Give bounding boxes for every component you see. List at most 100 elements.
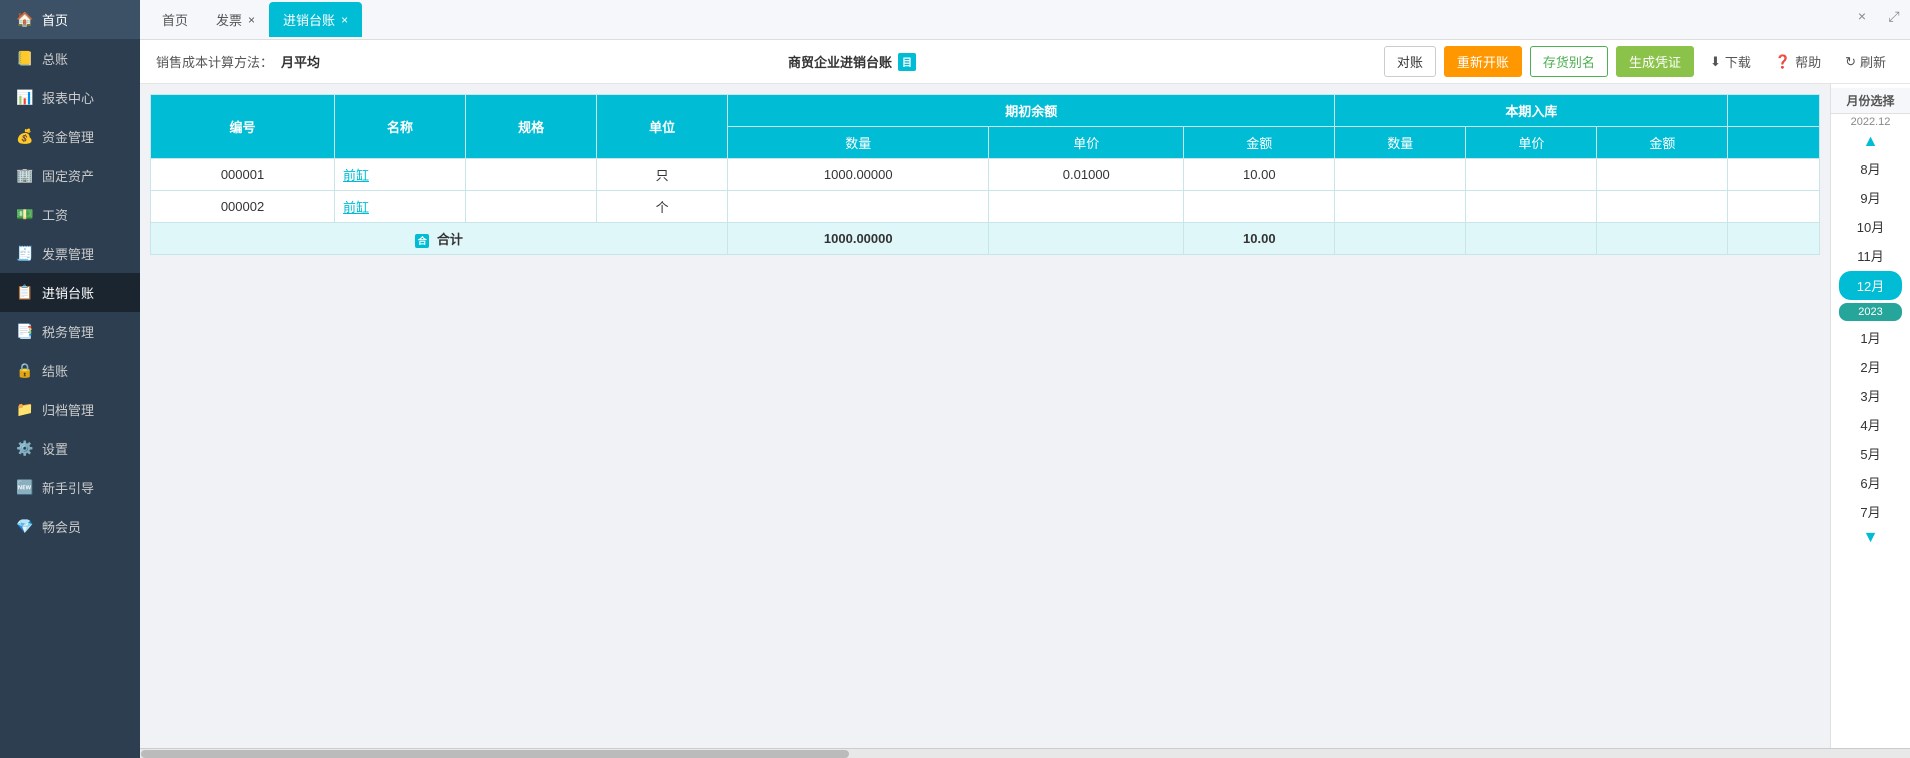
col-sub-opening-amount: 金额 [1184,127,1335,159]
close-window-button[interactable]: × [1846,0,1878,32]
total-opening-qty: 1000.00000 [728,223,989,255]
title-info-icon[interactable]: 目 [898,53,916,71]
tab-home[interactable]: 首页 [148,2,202,37]
table-row[interactable]: 000001 前缸 只 1000.00000 0.01000 10.00 [151,159,1820,191]
cell-opening-qty-1 [728,191,989,223]
sidebar-item-guide[interactable]: 🆕 新手引导 [0,468,140,507]
cell-in-qty-0 [1335,159,1466,191]
cell-spec-0 [466,159,597,191]
cost-method-label: 销售成本计算方法： [156,52,273,71]
sidebar-item-tax[interactable]: 📑 税务管理 [0,312,140,351]
month-item-9[interactable]: 9月 [1831,183,1910,212]
close-accounts-icon: 🔒 [16,362,34,379]
cell-opening-amount-0: 10.00 [1184,159,1335,191]
col-header-spec: 规格 [466,95,597,159]
main-area: × ⤢ 首页 发票 × 进销台账 × 销售成本计算方法： 月平均 商贸企业进销台… [140,0,1910,758]
cell-unit-0: 只 [597,159,728,191]
tab-invoice[interactable]: 发票 × [202,2,269,37]
month-nav-down[interactable]: ▼ [1831,526,1910,550]
reconcile-button[interactable]: 对账 [1384,46,1436,77]
cell-in-qty-1 [1335,191,1466,223]
month-item-4[interactable]: 4月 [1831,410,1910,439]
col-sub-opening-price: 单价 [989,127,1184,159]
ledger-icon: 📒 [16,50,34,67]
cell-name-0: 前缸 [335,159,466,191]
assets-icon: 🏢 [16,167,34,184]
tab-invoice-close[interactable]: × [248,13,255,27]
col-header-code: 编号 [151,95,335,159]
col-sub-in-amount: 金额 [1597,127,1728,159]
table-area[interactable]: 编号 名称 规格 单位 期初余额 本期入库 数量 单价 金额 数量 单价 [140,84,1830,748]
month-item-6[interactable]: 6月 [1831,468,1910,497]
archive-icon: 📁 [16,401,34,418]
download-icon: ⬇ [1710,54,1721,70]
month-item-5[interactable]: 5月 [1831,439,1910,468]
month-item-10[interactable]: 10月 [1831,212,1910,241]
month-item-7[interactable]: 7月 [1831,497,1910,526]
reports-icon: 📊 [16,89,34,106]
refresh-button[interactable]: ↻ 刷新 [1837,48,1894,75]
tabs-bar: 首页 发票 × 进销台账 × [140,0,1910,40]
sidebar-item-funds[interactable]: 💰 资金管理 [0,117,140,156]
col-sub-extra [1728,127,1820,159]
cell-spec-1 [466,191,597,223]
month-item-1[interactable]: 1月 [1831,323,1910,352]
sidebar-item-assets[interactable]: 🏢 固定资产 [0,156,140,195]
sidebar-item-invoice-mgmt[interactable]: 🧾 发票管理 [0,234,140,273]
tab-purchase-sales[interactable]: 进销台账 × [269,2,362,37]
month-item-12[interactable]: 12月 [1839,271,1902,300]
col-header-period-opening: 期初余额 [728,95,1335,127]
purchase-sales-table: 编号 名称 规格 单位 期初余额 本期入库 数量 单价 金额 数量 单价 [150,94,1820,255]
sidebar-item-vip[interactable]: 💎 畅会员 [0,507,140,546]
tax-icon: 📑 [16,323,34,340]
sidebar-item-settings[interactable]: ⚙️ 设置 [0,429,140,468]
sidebar-item-purchase-sales[interactable]: 📋 进销台账 [0,273,140,312]
cell-in-amount-1 [1597,191,1728,223]
guide-icon: 🆕 [16,479,34,496]
cell-code-1: 000002 [151,191,335,223]
table-row[interactable]: 000002 前缸 个 [151,191,1820,223]
tab-purchase-sales-close[interactable]: × [341,13,348,27]
cell-in-price-0 [1466,159,1597,191]
settings-icon: ⚙️ [16,440,34,457]
sidebar-item-salary[interactable]: 💵 工资 [0,195,140,234]
sidebar: 🏠 首页 📒 总账 📊 报表中心 💰 资金管理 🏢 固定资产 💵 工资 🧾 发票… [0,0,140,758]
sidebar-item-archive[interactable]: 📁 归档管理 [0,390,140,429]
cell-opening-qty-0: 1000.00000 [728,159,989,191]
month-nav-up[interactable]: ▲ [1831,130,1910,154]
total-opening-amount: 10.00 [1184,223,1335,255]
reopen-button[interactable]: 重新开账 [1444,46,1522,77]
total-icon: 合 [415,234,429,248]
maximize-window-button[interactable]: ⤢ [1878,0,1910,32]
sidebar-item-reports[interactable]: 📊 报表中心 [0,78,140,117]
generate-voucher-button[interactable]: 生成凭证 [1616,46,1694,77]
save-alias-button[interactable]: 存货别名 [1530,46,1608,77]
cell-unit-1: 个 [597,191,728,223]
col-header-current-in: 本期入库 [1335,95,1728,127]
month-item-3[interactable]: 3月 [1831,381,1910,410]
cell-code-0: 000001 [151,159,335,191]
help-button[interactable]: ❓ 帮助 [1767,48,1829,75]
col-sub-in-price: 单价 [1466,127,1597,159]
col-header-name: 名称 [335,95,466,159]
invoice-mgmt-icon: 🧾 [16,245,34,262]
total-label: 合 合计 [151,223,728,255]
sidebar-item-home[interactable]: 🏠 首页 [0,0,140,39]
home-icon: 🏠 [16,11,34,28]
download-button[interactable]: ⬇ 下载 [1702,48,1759,75]
salary-icon: 💵 [16,206,34,223]
scroll-track[interactable] [140,748,1910,758]
month-item-11[interactable]: 11月 [1831,241,1910,270]
month-panel-title: 月份选择 [1831,88,1910,114]
month-item-8[interactable]: 8月 [1831,154,1910,183]
sidebar-item-close[interactable]: 🔒 结账 [0,351,140,390]
cell-opening-amount-1 [1184,191,1335,223]
sidebar-item-ledger[interactable]: 📒 总账 [0,39,140,78]
cost-method-value: 月平均 [281,52,320,71]
col-sub-opening-qty: 数量 [728,127,989,159]
funds-icon: 💰 [16,128,34,145]
top-controls: 销售成本计算方法： 月平均 商贸企业进销台账 目 对账 重新开账 存货别名 生成… [140,40,1910,84]
refresh-icon: ↻ [1845,54,1856,70]
month-item-2[interactable]: 2月 [1831,352,1910,381]
year-2023-marker: 2023 [1839,303,1902,321]
